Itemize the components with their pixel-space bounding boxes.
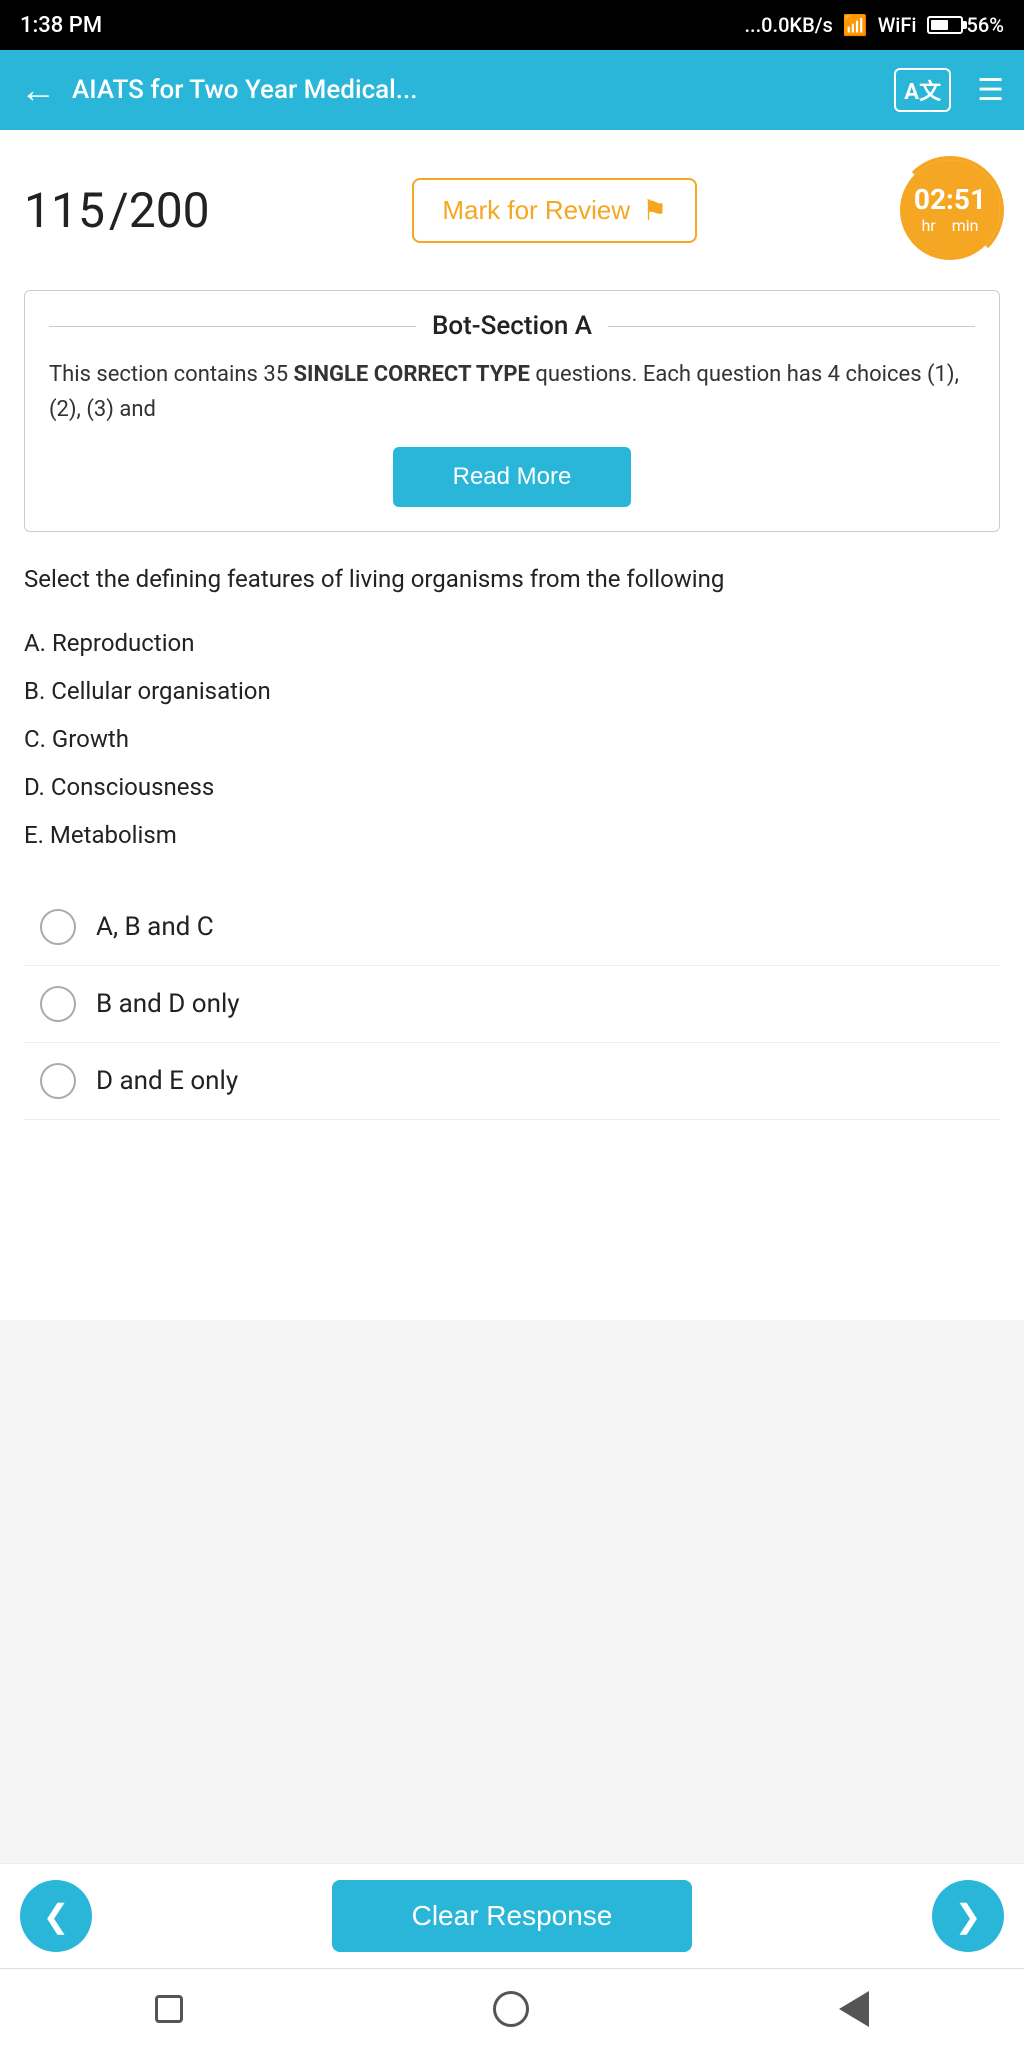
main-content: 115 /200 Mark for Review ⚑ 02:51 hr min …	[0, 130, 1024, 1320]
translate-label: A文	[904, 74, 941, 106]
android-nav-bar	[0, 1968, 1024, 2048]
android-home-button[interactable]	[493, 1991, 529, 2027]
menu-button[interactable]: ☰	[977, 73, 1004, 108]
choice-label-3: D and E only	[96, 1066, 238, 1096]
timer-minutes: 51	[954, 183, 986, 216]
battery-indicator: 56%	[927, 13, 1004, 37]
answer-choice-2[interactable]: B and D only	[24, 966, 1000, 1043]
section-description: This section contains 35 SINGLE CORRECT …	[49, 357, 975, 427]
flag-icon: ⚑	[642, 194, 667, 227]
radio-inner-2	[49, 995, 67, 1013]
min-label: min	[952, 216, 979, 235]
hr-label: hr	[921, 216, 935, 235]
question-text: Select the defining features of living o…	[24, 560, 1000, 598]
wifi-icon: WiFi	[878, 13, 917, 37]
option-c: C. Growth	[24, 715, 1000, 763]
option-e: E. Metabolism	[24, 811, 1000, 859]
prev-icon: ❮	[43, 1897, 70, 1935]
translate-button[interactable]: A文	[894, 68, 951, 112]
section-title: Bot-Section A	[416, 311, 608, 341]
status-bar: 1:38 PM ...0.0KB/s 📶 WiFi 56%	[0, 0, 1024, 50]
section-line-right	[608, 326, 975, 327]
timer-hours: 02	[914, 183, 946, 216]
question-options-list: A. Reproduction B. Cellular organisation…	[24, 619, 1000, 859]
timer-display: 02:51	[914, 185, 986, 216]
option-b: B. Cellular organisation	[24, 667, 1000, 715]
back-button[interactable]: ←	[20, 72, 56, 108]
status-time: 1:38 PM	[20, 13, 102, 38]
network-speed: ...0.0KB/s	[744, 13, 832, 37]
next-button[interactable]: ❯	[932, 1880, 1004, 1952]
toolbar: ← AIATS for Two Year Medical... A文 ☰	[0, 50, 1024, 130]
timer: 02:51 hr min	[900, 160, 1000, 260]
bottom-navigation: ❮ Clear Response ❯	[0, 1863, 1024, 1968]
option-a: A. Reproduction	[24, 619, 1000, 667]
section-line-left	[49, 326, 416, 327]
radio-1	[40, 909, 76, 945]
timer-labels: hr min	[921, 216, 978, 235]
read-more-button[interactable]: Read More	[393, 447, 632, 507]
toolbar-title: AIATS for Two Year Medical...	[72, 75, 878, 105]
answer-choices: A, B and C B and D only D and E only	[24, 889, 1000, 1120]
answer-choice-1[interactable]: A, B and C	[24, 889, 1000, 966]
answer-choice-3[interactable]: D and E only	[24, 1043, 1000, 1120]
status-icons: ...0.0KB/s 📶 WiFi 56%	[744, 13, 1004, 37]
choice-label-2: B and D only	[96, 989, 240, 1019]
question-number: 115	[24, 182, 105, 239]
question-header: 115 /200 Mark for Review ⚑ 02:51 hr min	[24, 160, 1000, 260]
radio-2	[40, 986, 76, 1022]
choice-label-1: A, B and C	[96, 912, 214, 942]
question-total: /200	[109, 182, 210, 239]
signal-icon: 📶	[843, 13, 868, 37]
radio-inner-1	[49, 918, 67, 936]
android-back-button[interactable]	[839, 1991, 869, 2027]
radio-inner-3	[49, 1072, 67, 1090]
battery-percent: 56%	[967, 13, 1004, 37]
clear-response-button[interactable]: Clear Response	[332, 1880, 693, 1952]
mark-review-label: Mark for Review	[442, 195, 630, 226]
mark-review-button[interactable]: Mark for Review ⚑	[412, 178, 697, 243]
section-title-wrapper: Bot-Section A	[49, 311, 975, 341]
prev-button[interactable]: ❮	[20, 1880, 92, 1952]
next-icon: ❯	[955, 1897, 982, 1935]
radio-3	[40, 1063, 76, 1099]
android-square-button[interactable]	[155, 1995, 183, 2023]
question-number-block: 115 /200	[24, 182, 210, 239]
section-box: Bot-Section A This section contains 35 S…	[24, 290, 1000, 532]
option-d: D. Consciousness	[24, 763, 1000, 811]
